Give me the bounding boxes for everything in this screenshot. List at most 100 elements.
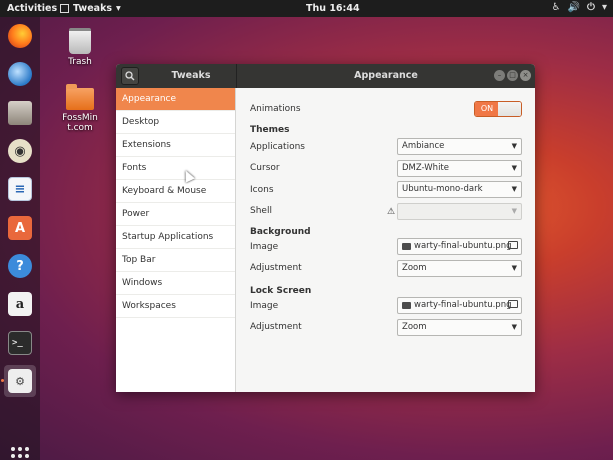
select-value: Zoom bbox=[402, 322, 427, 332]
desktop-icon-folder[interactable]: FossMint.com bbox=[50, 84, 110, 133]
background-heading: Background bbox=[250, 227, 311, 237]
running-indicator bbox=[1, 379, 4, 382]
dock-item-amazon[interactable]: a bbox=[4, 288, 36, 320]
lock-screen-image-label: Image bbox=[250, 301, 279, 311]
sidebar-item-startup-applications[interactable]: Startup Applications bbox=[116, 226, 235, 249]
dropdown-arrow-icon: ▼ bbox=[511, 323, 517, 331]
select-value: DMZ-White bbox=[402, 163, 449, 173]
dropdown-arrow-icon: ▼ bbox=[511, 207, 517, 215]
close-button[interactable]: × bbox=[520, 70, 531, 81]
top-bar: Activities Tweaks ▾ Thu 16:44 ♿ 🔊 ⏻ ▾ bbox=[0, 0, 613, 17]
sidebar-item-workspaces[interactable]: Workspaces bbox=[116, 295, 235, 318]
background-adjustment-select[interactable]: Zoom ▼ bbox=[397, 260, 522, 277]
folder-open-icon bbox=[508, 241, 518, 249]
sidebar-item-power[interactable]: Power bbox=[116, 203, 235, 226]
dropdown-arrow-icon: ▼ bbox=[511, 264, 517, 272]
dock-item-terminal[interactable]: >_ bbox=[4, 327, 36, 359]
background-image-label: Image bbox=[250, 242, 279, 252]
trash-icon bbox=[69, 28, 91, 54]
search-button[interactable] bbox=[121, 67, 139, 85]
warning-icon: ⚠ bbox=[387, 207, 396, 217]
icons-label: Icons bbox=[250, 185, 274, 195]
dropdown-arrow-icon: ▼ bbox=[511, 164, 517, 172]
desktop-icon-trash[interactable]: Trash bbox=[50, 28, 110, 67]
applications-label: Applications bbox=[250, 142, 305, 152]
power-icon[interactable]: ⏻ bbox=[587, 2, 595, 13]
app-menu-label: Tweaks bbox=[73, 3, 113, 14]
dock-item-writer[interactable]: ≡ bbox=[4, 173, 36, 205]
shell-label: Shell bbox=[250, 206, 272, 216]
sidebar: Appearance Desktop Extensions Fonts Keyb… bbox=[116, 88, 236, 392]
dock-item-thunderbird[interactable] bbox=[4, 58, 36, 90]
background-adjustment-label: Adjustment bbox=[250, 263, 302, 273]
clock[interactable]: Thu 16:44 bbox=[306, 3, 360, 14]
animations-label: Animations bbox=[250, 104, 301, 114]
switch-knob bbox=[498, 102, 521, 116]
software-store-icon: A bbox=[8, 216, 32, 240]
themes-heading: Themes bbox=[250, 125, 290, 135]
writer-icon: ≡ bbox=[8, 177, 32, 201]
select-value: Ambiance bbox=[402, 141, 445, 151]
app-title: Tweaks bbox=[171, 70, 211, 81]
appearance-panel: Animations ON Themes Applications Ambian… bbox=[237, 88, 535, 392]
app-menu[interactable]: Tweaks ▾ bbox=[60, 3, 121, 14]
dock-item-firefox[interactable] bbox=[4, 20, 36, 52]
file-name: warty-final-ubuntu.png bbox=[414, 300, 512, 310]
files-icon bbox=[8, 101, 32, 125]
desktop-icon-label: Trash bbox=[68, 57, 92, 67]
show-applications-icon[interactable] bbox=[11, 447, 29, 460]
chevron-down-icon: ▾ bbox=[116, 3, 121, 14]
accessibility-icon[interactable]: ♿ bbox=[552, 2, 561, 13]
chevron-down-icon[interactable]: ▾ bbox=[602, 2, 607, 13]
sidebar-item-appearance[interactable]: Appearance bbox=[116, 88, 235, 111]
dropdown-arrow-icon: ▼ bbox=[511, 185, 517, 193]
shell-theme-select[interactable]: ▼ bbox=[397, 203, 522, 220]
folder-icon bbox=[66, 84, 94, 110]
dock-item-help[interactable]: ? bbox=[4, 250, 36, 282]
background-image-chooser[interactable]: warty-final-ubuntu.png bbox=[397, 238, 522, 255]
dock: ◉ ≡ A ? a >_ ⚙ bbox=[0, 17, 40, 460]
switch-state: ON bbox=[475, 102, 499, 116]
lock-screen-heading: Lock Screen bbox=[250, 286, 312, 296]
title-bar[interactable]: Tweaks Appearance – □ × bbox=[116, 64, 535, 88]
image-file-icon bbox=[402, 243, 411, 250]
sidebar-item-fonts[interactable]: Fonts bbox=[116, 157, 235, 180]
lock-screen-adjustment-select[interactable]: Zoom ▼ bbox=[397, 319, 522, 336]
tweaks-window: Tweaks Appearance – □ × Appearance Deskt… bbox=[116, 64, 535, 392]
lock-screen-image-chooser[interactable]: warty-final-ubuntu.png bbox=[397, 297, 522, 314]
maximize-button[interactable]: □ bbox=[507, 70, 518, 81]
dock-item-tweaks[interactable]: ⚙ bbox=[4, 365, 36, 397]
dock-item-software[interactable]: A bbox=[4, 212, 36, 244]
animations-switch[interactable]: ON bbox=[474, 101, 522, 117]
rhythmbox-icon: ◉ bbox=[8, 139, 32, 163]
search-icon bbox=[125, 71, 135, 81]
desktop-icon-label: FossMint.com bbox=[62, 113, 98, 133]
firefox-icon bbox=[8, 24, 32, 48]
dock-item-rhythmbox[interactable]: ◉ bbox=[4, 135, 36, 167]
system-tray[interactable]: ♿ 🔊 ⏻ ▾ bbox=[552, 2, 607, 13]
cursor-theme-select[interactable]: DMZ-White ▼ bbox=[397, 160, 522, 177]
sidebar-item-extensions[interactable]: Extensions bbox=[116, 134, 235, 157]
file-name: warty-final-ubuntu.png bbox=[414, 241, 512, 251]
folder-open-icon bbox=[508, 300, 518, 308]
activities-button[interactable]: Activities bbox=[7, 3, 57, 14]
amazon-icon: a bbox=[8, 292, 32, 316]
select-value: Ubuntu-mono-dark bbox=[402, 184, 483, 194]
volume-icon[interactable]: 🔊 bbox=[568, 2, 580, 13]
lock-screen-adjustment-label: Adjustment bbox=[250, 322, 302, 332]
thunderbird-icon bbox=[8, 62, 32, 86]
sidebar-item-windows[interactable]: Windows bbox=[116, 272, 235, 295]
page-title: Appearance bbox=[354, 70, 418, 81]
select-value: Zoom bbox=[402, 263, 427, 273]
tweaks-icon: ⚙ bbox=[8, 369, 32, 393]
image-file-icon bbox=[402, 302, 411, 309]
tweaks-app-icon bbox=[60, 4, 69, 13]
sidebar-item-keyboard-mouse[interactable]: Keyboard & Mouse bbox=[116, 180, 235, 203]
applications-theme-select[interactable]: Ambiance ▼ bbox=[397, 138, 522, 155]
cursor-label: Cursor bbox=[250, 163, 280, 173]
dock-item-files[interactable] bbox=[4, 97, 36, 129]
icons-theme-select[interactable]: Ubuntu-mono-dark ▼ bbox=[397, 181, 522, 198]
minimize-button[interactable]: – bbox=[494, 70, 505, 81]
sidebar-item-top-bar[interactable]: Top Bar bbox=[116, 249, 235, 272]
sidebar-item-desktop[interactable]: Desktop bbox=[116, 111, 235, 134]
